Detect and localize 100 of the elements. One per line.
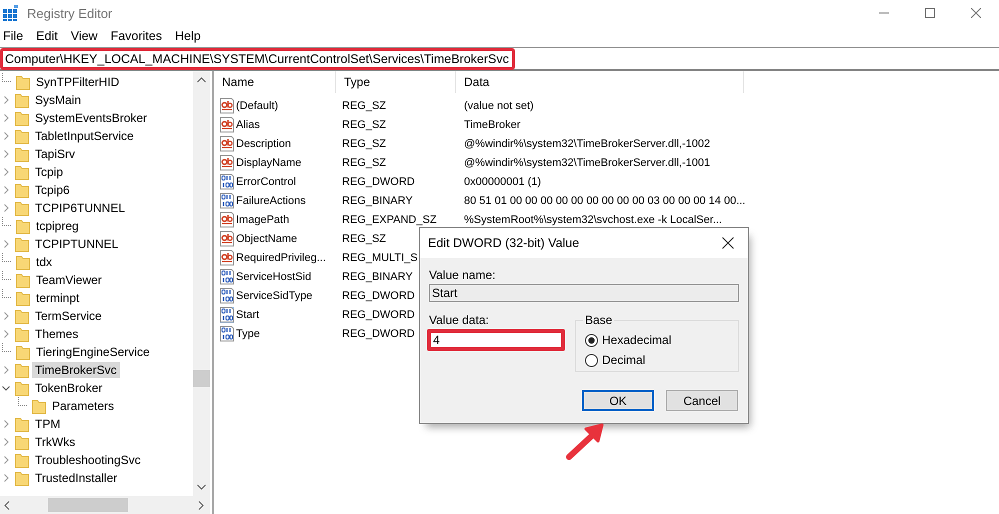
- expand-icon[interactable]: [2, 168, 10, 176]
- tree-item[interactable]: TokenBroker: [32, 380, 106, 396]
- radio-option[interactable]: Decimal: [585, 350, 738, 370]
- app-icon: [3, 5, 19, 21]
- folder-icon: [15, 236, 29, 252]
- maximize-icon[interactable]: [925, 8, 935, 18]
- tree-item[interactable]: Themes: [32, 326, 82, 342]
- expand-icon[interactable]: [2, 456, 10, 464]
- menu-item[interactable]: File: [2, 29, 30, 43]
- address-field[interactable]: Computer\HKEY_LOCAL_MACHINE\SYSTEM\CurrentControlSet\Services\TimeBrokerSvc: [0, 48, 515, 70]
- expand-icon[interactable]: [2, 186, 10, 194]
- value-name[interactable]: ErrorControl: [236, 176, 296, 188]
- folder-icon: [16, 218, 30, 234]
- field-label: Value name:: [429, 268, 496, 282]
- radio-button[interactable]: [585, 354, 598, 366]
- expand-icon[interactable]: [2, 240, 10, 248]
- tree-item[interactable]: TrkWks: [32, 434, 78, 450]
- folder-icon: [15, 128, 29, 144]
- tree-item[interactable]: TPM: [32, 416, 64, 432]
- tree-item[interactable]: SynTPFilterHID: [33, 74, 122, 90]
- expand-icon[interactable]: [2, 132, 10, 140]
- value-name[interactable]: ObjectName: [236, 232, 298, 244]
- expand-icon[interactable]: [2, 312, 10, 320]
- value-name[interactable]: Alias: [236, 118, 260, 130]
- folder-icon: [15, 362, 29, 378]
- menu-item[interactable]: Help: [174, 29, 208, 43]
- tree-item[interactable]: Tcpip6: [32, 182, 73, 198]
- scroll-up-icon[interactable]: [197, 77, 206, 83]
- cancel-button[interactable]: Cancel: [666, 390, 738, 411]
- menu-item[interactable]: Favorites: [110, 29, 169, 43]
- scroll-left-icon[interactable]: [4, 500, 10, 510]
- tree-item[interactable]: Tcpip: [32, 164, 66, 180]
- expand-icon[interactable]: [2, 420, 10, 428]
- menu-item[interactable]: View: [70, 29, 105, 43]
- folder-icon: [15, 434, 29, 450]
- expand-icon[interactable]: [2, 96, 10, 104]
- folder-icon: [16, 344, 30, 360]
- value-name[interactable]: ServiceHostSid: [236, 270, 312, 282]
- ok-button[interactable]: OK: [582, 390, 654, 411]
- folder-icon: [32, 398, 46, 414]
- scroll-right-icon[interactable]: [198, 500, 204, 510]
- column-header[interactable]: Name: [214, 71, 336, 93]
- value-name-field[interactable]: Start: [429, 284, 739, 302]
- expand-icon[interactable]: [2, 204, 10, 212]
- tree-item[interactable]: SystemEventsBroker: [32, 110, 150, 126]
- value-type: REG_SZ: [342, 118, 386, 130]
- value-type: REG_DWORD: [342, 176, 415, 188]
- expand-icon[interactable]: [2, 474, 10, 482]
- value-name[interactable]: Description: [236, 138, 292, 150]
- scroll-thumb[interactable]: [48, 498, 128, 512]
- tree-item[interactable]: TieringEngineService: [33, 344, 153, 360]
- expand-icon[interactable]: [2, 114, 10, 122]
- tree-item[interactable]: tcpipreg: [33, 218, 82, 234]
- value-name[interactable]: Type: [236, 328, 260, 340]
- menu-item[interactable]: Edit: [35, 29, 65, 43]
- horizontal-scrollbar[interactable]: [0, 496, 210, 514]
- column-header[interactable]: Type: [336, 71, 456, 93]
- value-data-field[interactable]: 4: [427, 329, 565, 351]
- tree-item[interactable]: TroubleshootingSvc: [32, 452, 144, 468]
- value-name[interactable]: RequiredPrivileg...: [236, 252, 326, 264]
- field-label: Value data:: [429, 313, 490, 327]
- value-name[interactable]: (Default): [236, 100, 278, 112]
- column-header[interactable]: Data: [456, 71, 744, 93]
- folder-icon: [15, 416, 29, 432]
- collapse-icon[interactable]: [2, 384, 10, 392]
- value-type: REG_EXPAND_SZ: [342, 214, 437, 226]
- tree-item[interactable]: TCPIPTUNNEL: [32, 236, 122, 252]
- tree-item[interactable]: TrustedInstaller: [32, 470, 120, 486]
- tree-item[interactable]: TapiSrv: [32, 146, 78, 162]
- value-type: REG_DWORD: [342, 308, 415, 320]
- tree-item[interactable]: SysMain: [32, 92, 84, 108]
- expand-icon[interactable]: [2, 366, 10, 374]
- scroll-thumb[interactable]: [193, 370, 210, 387]
- tree-item[interactable]: tdx: [33, 254, 56, 270]
- tree-item[interactable]: terminpt: [33, 290, 82, 306]
- value-name[interactable]: FailureActions: [236, 194, 306, 206]
- vertical-scrollbar[interactable]: [193, 71, 210, 496]
- value-name[interactable]: Start: [236, 308, 260, 320]
- folder-icon: [15, 146, 29, 162]
- value-name[interactable]: ImagePath: [236, 214, 290, 226]
- value-name[interactable]: ServiceSidType: [236, 290, 312, 302]
- folder-icon: [15, 326, 29, 342]
- radio-option[interactable]: Hexadecimal: [585, 330, 738, 350]
- tree-item[interactable]: TeamViewer: [33, 272, 105, 288]
- expand-icon[interactable]: [2, 438, 10, 446]
- radio-button[interactable]: [585, 334, 598, 346]
- value-data: 80 51 01 00 00 00 00 00 00 00 00 00 03 00 00 00 14 00...: [464, 194, 746, 206]
- close-icon[interactable]: [722, 237, 734, 249]
- value-name[interactable]: DisplayName: [236, 156, 302, 168]
- tree-item[interactable]: TimeBrokerSvc: [32, 362, 120, 378]
- scroll-down-icon[interactable]: [197, 484, 206, 490]
- expand-icon[interactable]: [2, 150, 10, 158]
- value-type: REG_SZ: [342, 156, 386, 168]
- expand-icon[interactable]: [2, 330, 10, 338]
- value-data: (value not set): [464, 100, 534, 112]
- tree-item[interactable]: TCPIP6TUNNEL: [32, 200, 128, 216]
- folder-icon: [16, 74, 30, 90]
- tree-item[interactable]: Parameters: [49, 398, 118, 414]
- tree-item[interactable]: TabletInputService: [32, 128, 137, 144]
- tree-item[interactable]: TermService: [32, 308, 105, 324]
